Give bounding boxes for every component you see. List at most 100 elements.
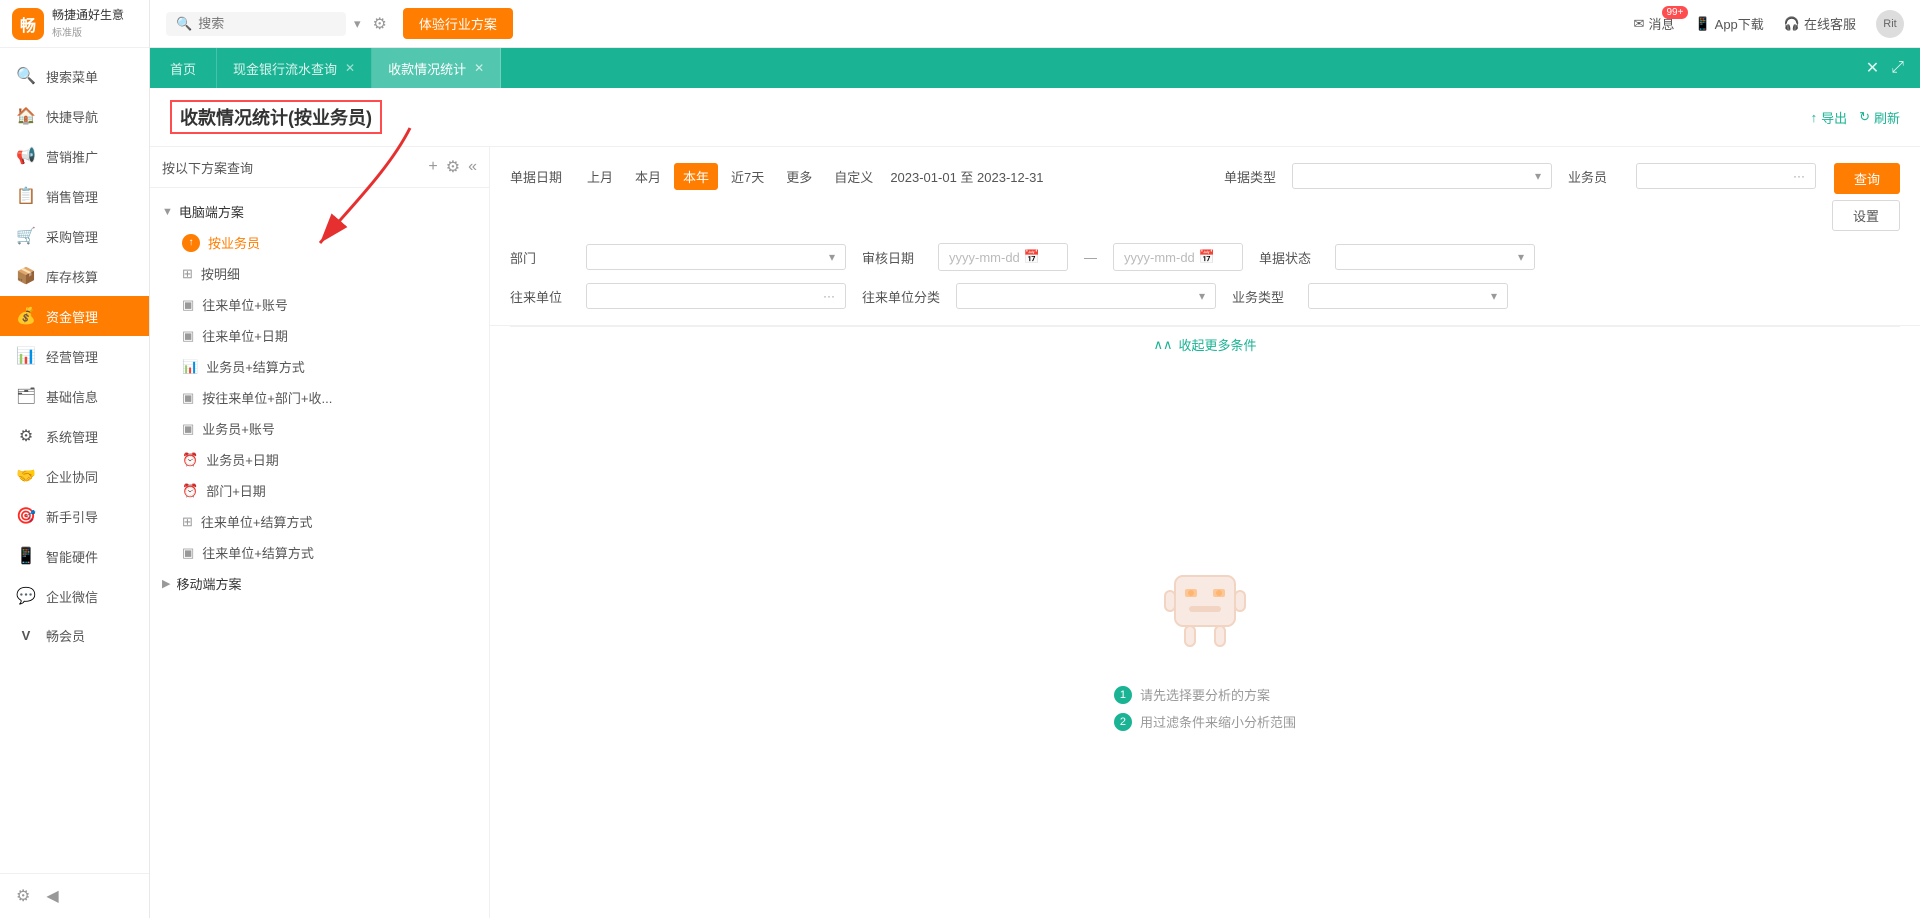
sidebar-item-basic[interactable]: 🗂 基础信息	[0, 376, 149, 416]
search-input[interactable]	[198, 16, 318, 31]
date-this-month[interactable]: 本月	[626, 163, 670, 190]
logo-icon: 畅	[12, 8, 44, 40]
salesman-account-icon: ▣	[182, 421, 194, 437]
desktop-schemes-header[interactable]: ▼ 电脑端方案	[150, 196, 489, 227]
app-download-button[interactable]: 📱 App下载	[1694, 14, 1763, 33]
collapse-sidebar-icon[interactable]: ◀	[46, 886, 58, 906]
scheme-salesman-date[interactable]: ⏰ 业务员+日期	[150, 444, 489, 475]
sidebar-item-guide[interactable]: 🎯 新手引导	[0, 496, 149, 536]
refresh-button[interactable]: ↻ 刷新	[1859, 108, 1900, 127]
date-range-separator: —	[1084, 250, 1097, 265]
desktop-schemes-group: ▼ 电脑端方案 ↑ 按业务员 ⊞ 按明细 ▣ 往	[150, 196, 489, 568]
sidebar-item-purchase[interactable]: 🛒 采购管理	[0, 216, 149, 256]
sidebar-nav: 🔍 搜索菜单 🏠 快捷导航 📢 营销推广 📋 销售管理 🛒 采购管理 📦 库存核…	[0, 48, 149, 873]
sidebar-item-sales[interactable]: 📋 销售管理	[0, 176, 149, 216]
scheme-by-salesman[interactable]: ↑ 按业务员	[150, 227, 489, 258]
purchase-icon: 🛒	[16, 226, 36, 246]
counterpart-settlement1-icon: ⊞	[182, 514, 193, 530]
export-button[interactable]: ↑ 导出	[1811, 108, 1848, 127]
scheme-counterpart-date[interactable]: ▣ 往来单位+日期	[150, 320, 489, 351]
sidebar-item-hardware[interactable]: 📱 智能硬件	[0, 536, 149, 576]
sidebar-item-inventory[interactable]: 📦 库存核算	[0, 256, 149, 296]
date-this-year[interactable]: 本年	[674, 163, 718, 190]
app-icon: 📱	[1694, 16, 1710, 32]
topbar-search-box[interactable]: 🔍	[166, 12, 346, 36]
audit-date-start[interactable]: yyyy-mm-dd 📅	[938, 243, 1068, 271]
scheme-counterpart-settlement2[interactable]: ▣ 往来单位+结算方式	[150, 537, 489, 568]
wechat-icon: 💬	[16, 586, 36, 606]
query-button[interactable]: 查询	[1834, 163, 1900, 194]
panel-header-label: 按以下方案查询	[162, 158, 253, 177]
voucher-status-label: 单据状态	[1259, 248, 1319, 267]
audit-date-end[interactable]: yyyy-mm-dd 📅	[1113, 243, 1243, 271]
voucher-type-select[interactable]: ▾	[1292, 163, 1552, 189]
home-icon: 🏠	[16, 106, 36, 126]
export-icon: ↑	[1811, 110, 1818, 125]
user-avatar[interactable]: Rit	[1876, 10, 1904, 38]
collapse-more-button[interactable]: ∧∧ 收起更多条件	[510, 326, 1900, 362]
empty-tip-2: 2 用过滤条件来缩小分析范围	[1114, 712, 1296, 731]
sidebar-item-system[interactable]: ⚙ 系统管理	[0, 416, 149, 456]
tab-collection-close[interactable]: ✕	[474, 61, 484, 75]
scheme-counterpart-settlement1[interactable]: ⊞ 往来单位+结算方式	[150, 506, 489, 537]
counterpart-type-select[interactable]: ▾	[956, 283, 1216, 309]
online-service-button[interactable]: 🎧 在线客服	[1784, 14, 1856, 33]
maximize-window-button[interactable]: ⤢	[1887, 55, 1908, 81]
salesman-label: 业务员	[1568, 167, 1628, 186]
sidebar-item-search[interactable]: 🔍 搜索菜单	[0, 56, 149, 96]
salesman-select[interactable]: ···	[1636, 163, 1816, 189]
sidebar-item-member[interactable]: V 畅会员	[0, 616, 149, 655]
empty-robot-illustration	[1145, 541, 1265, 661]
mobile-schemes-arrow: ▶	[162, 577, 170, 590]
voucher-type-chevron: ▾	[1535, 169, 1541, 183]
message-button[interactable]: ✉ 消息 99+	[1634, 14, 1675, 33]
voucher-status-chevron: ▾	[1518, 250, 1524, 264]
scheme-detail[interactable]: ⊞ 按明细	[150, 258, 489, 289]
sidebar-item-enterprise[interactable]: 🤝 企业协同	[0, 456, 149, 496]
dept-select[interactable]: ▾	[586, 244, 846, 270]
scheme-salesman-account[interactable]: ▣ 业务员+账号	[150, 413, 489, 444]
counterpart-label: 往来单位	[510, 287, 570, 306]
tip-num-2: 2	[1114, 713, 1132, 731]
counterpart-date-icon: ▣	[182, 328, 194, 344]
setting-button[interactable]: 设置	[1832, 200, 1900, 231]
mobile-schemes-group: ▶ 移动端方案	[150, 568, 489, 599]
sidebar-item-finance[interactable]: 💰 资金管理	[0, 296, 149, 336]
scheme-settings-icon[interactable]: ⚙	[446, 157, 460, 177]
trial-button[interactable]: 体验行业方案	[403, 8, 513, 39]
tab-bank-close[interactable]: ✕	[345, 61, 355, 75]
topbar-left: 🔍 ▾ ⚙ 体验行业方案	[166, 8, 1634, 39]
counterpart-select[interactable]: ···	[586, 283, 846, 309]
topbar-gear-icon[interactable]: ⚙	[373, 14, 387, 34]
voucher-status-select[interactable]: ▾	[1335, 244, 1535, 270]
scheme-dept-date[interactable]: ⏰ 部门+日期	[150, 475, 489, 506]
calendar-end-icon: 📅	[1199, 249, 1215, 265]
date-custom[interactable]: 自定义	[825, 163, 882, 190]
close-window-button[interactable]: ✕	[1862, 54, 1883, 82]
member-icon: V	[16, 628, 36, 643]
tabbar: 首页 现金银行流水查询 ✕ 收款情况统计 ✕ ✕ ⤢	[150, 48, 1920, 88]
collapse-panel-button[interactable]: «	[468, 158, 477, 176]
guide-icon: 🎯	[16, 506, 36, 526]
mobile-schemes-header[interactable]: ▶ 移动端方案	[150, 568, 489, 599]
date-last-month[interactable]: 上月	[578, 163, 622, 190]
scheme-counterpart-dept[interactable]: ▣ 按往来单位+部门+收...	[150, 382, 489, 413]
service-icon: 🎧	[1784, 16, 1800, 32]
settings-bottom-icon[interactable]: ⚙	[16, 886, 30, 906]
business-type-select[interactable]: ▾	[1308, 283, 1508, 309]
sidebar-item-business[interactable]: 📊 经营管理	[0, 336, 149, 376]
nav-dropdown-icon[interactable]: ▾	[354, 16, 361, 32]
sidebar-item-quicknav[interactable]: 🏠 快捷导航	[0, 96, 149, 136]
date-more[interactable]: 更多	[777, 163, 821, 190]
sidebar-item-marketing[interactable]: 📢 营销推广	[0, 136, 149, 176]
date-last-7-days[interactable]: 近7天	[722, 163, 773, 190]
tab-bank[interactable]: 现金银行流水查询 ✕	[217, 48, 372, 88]
tab-collection[interactable]: 收款情况统计 ✕	[372, 48, 501, 88]
enterprise-icon: 🤝	[16, 466, 36, 486]
sidebar-item-wechat[interactable]: 💬 企业微信	[0, 576, 149, 616]
scheme-counterpart-account[interactable]: ▣ 往来单位+账号	[150, 289, 489, 320]
counterpart-dots-icon: ···	[823, 289, 835, 303]
add-scheme-button[interactable]: +	[428, 158, 437, 176]
scheme-salesman-settlement[interactable]: 📊 业务员+结算方式	[150, 351, 489, 382]
tab-home[interactable]: 首页	[150, 48, 217, 88]
